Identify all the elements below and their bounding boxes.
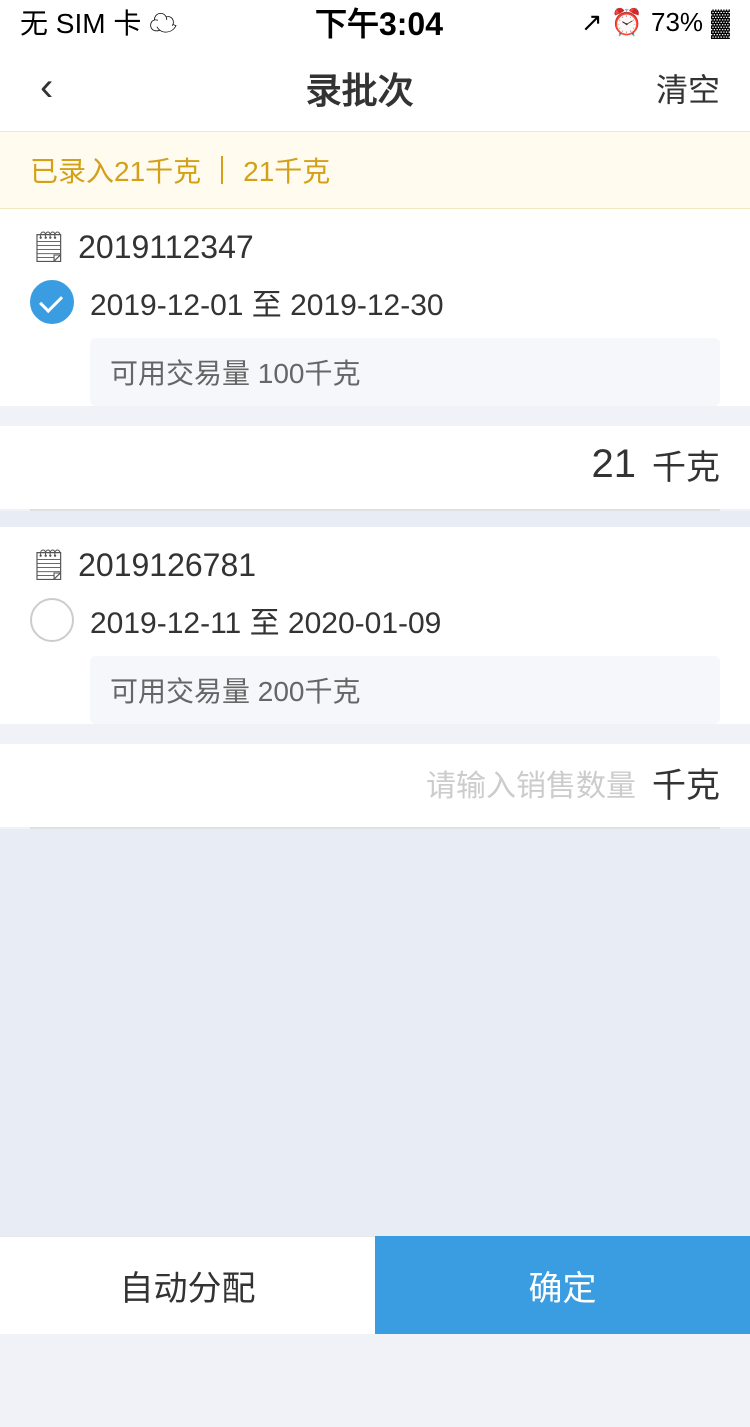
info-banner: 已录入21千克 21千克 (0, 132, 750, 209)
batch-1-input-row: 21 千克 (0, 426, 750, 509)
batch-2-input-placeholder[interactable]: 请输入销售数量 (426, 761, 636, 805)
batch-item-2: 🗒 2019126781 2019-12-11 至 2020-01-09 可用交… (0, 527, 750, 724)
batch-1-id: 2019112347 (78, 229, 254, 266)
batch-2-header: 🗒 2019126781 (30, 547, 720, 584)
footer: 自动分配 确定 (0, 1236, 750, 1334)
status-bar: 无 SIM 卡 ☁ 下午3:04 ↗ ⏰ 73% ▓ (0, 0, 750, 44)
batch-1-radio[interactable] (30, 280, 74, 324)
batch-1-quantity-text: 可用交易量 100千克 (110, 358, 361, 389)
section-separator-1 (0, 511, 750, 527)
status-left: 无 SIM 卡 ☁ (20, 2, 177, 42)
battery-text: 73% (651, 7, 703, 38)
status-right: ↗ ⏰ 73% ▓ (581, 7, 730, 38)
back-button[interactable]: ‹ (30, 55, 63, 120)
info-divider (221, 156, 223, 184)
batch-2-date-row: 2019-12-11 至 2020-01-09 (30, 598, 720, 642)
batch-2-date: 2019-12-11 至 2020-01-09 (90, 598, 441, 642)
recorded-amount: 已录入21千克 (30, 150, 201, 190)
batch-1-date: 2019-12-01 至 2019-12-30 (90, 280, 444, 324)
batch-1-icon: 🗒 (30, 230, 68, 265)
battery-icon: ▓ (711, 7, 730, 38)
batch-1-header: 🗒 2019112347 (30, 229, 720, 266)
batch-2-quantity-box: 可用交易量 200千克 (90, 656, 720, 724)
status-time: 下午3:04 (315, 0, 443, 45)
batch-2-unit: 千克 (652, 758, 720, 807)
no-sim-text: 无 SIM 卡 ☁ (20, 2, 177, 42)
auto-distribute-button[interactable]: 自动分配 (0, 1236, 375, 1334)
location-icon: ↗ (581, 7, 603, 38)
clear-button[interactable]: 清空 (656, 65, 720, 111)
batch-1-input-value[interactable]: 21 (592, 442, 637, 487)
confirm-button[interactable]: 确定 (375, 1236, 750, 1334)
batch-item-1: 🗒 2019112347 2019-12-01 至 2019-12-30 可用交… (0, 209, 750, 406)
batch-2-radio[interactable] (30, 598, 74, 642)
alarm-icon: ⏰ (611, 7, 643, 38)
batch-2-id: 2019126781 (78, 547, 256, 584)
batch-1-quantity-box: 可用交易量 100千克 (90, 338, 720, 406)
nav-bar: ‹ 录批次 清空 (0, 44, 750, 132)
batch-2-input-row: 请输入销售数量 千克 (0, 744, 750, 827)
batch-1-unit: 千克 (652, 440, 720, 489)
batch-2-quantity-text: 可用交易量 200千克 (110, 676, 361, 707)
batch-1-date-row: 2019-12-01 至 2019-12-30 (30, 280, 720, 324)
batch-2-icon: 🗒 (30, 548, 68, 583)
page-title: 录批次 (306, 62, 414, 114)
total-amount: 21千克 (243, 150, 330, 190)
